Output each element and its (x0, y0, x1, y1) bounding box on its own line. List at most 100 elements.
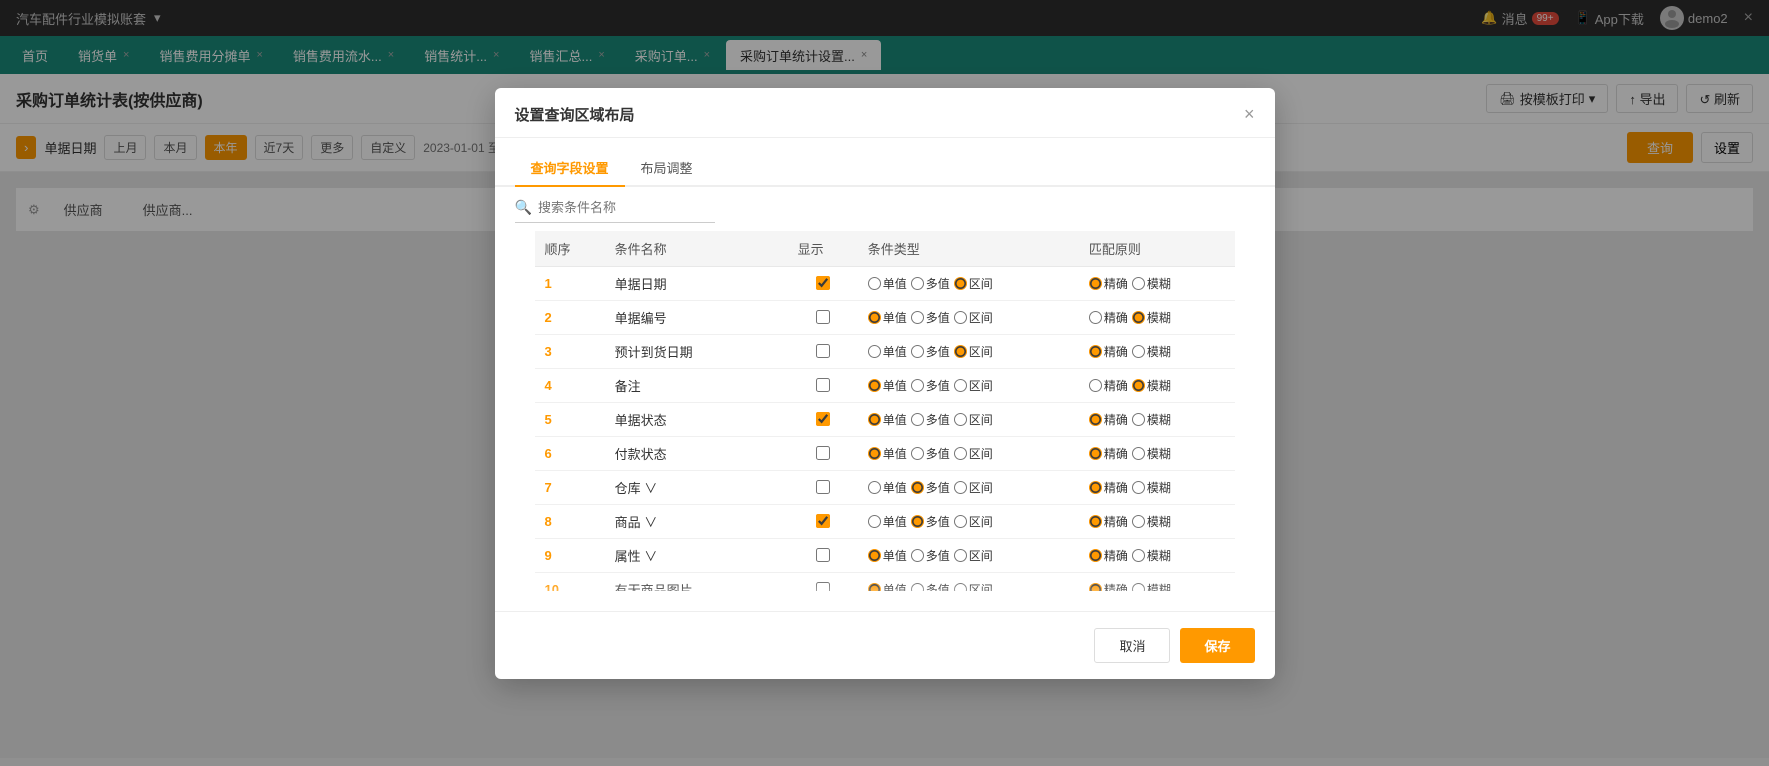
type-option-区间-9[interactable]: 区间 (954, 581, 993, 591)
match-radio-模糊-7[interactable] (1132, 515, 1145, 528)
match-radio-精确-5[interactable] (1089, 447, 1102, 460)
match-option-模糊-5[interactable]: 模糊 (1132, 445, 1171, 462)
match-option-模糊-4[interactable]: 模糊 (1132, 411, 1171, 428)
type-radio-多值-2[interactable] (911, 345, 924, 358)
match-option-精确-9[interactable]: 精确 (1089, 581, 1128, 591)
display-checkbox-8[interactable] (816, 548, 830, 562)
match-option-精确-1[interactable]: 精确 (1089, 309, 1128, 326)
type-radio-区间-3[interactable] (954, 379, 967, 392)
type-option-单值-9[interactable]: 单值 (868, 581, 907, 591)
row-display-1[interactable] (788, 300, 858, 334)
type-option-单值-2[interactable]: 单值 (868, 343, 907, 360)
type-radio-单值-0[interactable] (868, 277, 881, 290)
tab-query-fields[interactable]: 查询字段设置 (515, 150, 625, 187)
type-radio-单值-4[interactable] (868, 413, 881, 426)
match-radio-精确-2[interactable] (1089, 345, 1102, 358)
type-radio-区间-2[interactable] (954, 345, 967, 358)
row-display-7[interactable] (788, 504, 858, 538)
type-option-多值-4[interactable]: 多值 (911, 411, 950, 428)
type-radio-单值-5[interactable] (868, 447, 881, 460)
row-display-0[interactable] (788, 266, 858, 300)
type-radio-多值-1[interactable] (911, 311, 924, 324)
type-radio-单值-9[interactable] (868, 583, 881, 591)
type-option-单值-5[interactable]: 单值 (868, 445, 907, 462)
match-radio-模糊-2[interactable] (1132, 345, 1145, 358)
match-radio-精确-1[interactable] (1089, 311, 1102, 324)
match-radio-精确-3[interactable] (1089, 379, 1102, 392)
row-display-4[interactable] (788, 402, 858, 436)
match-radio-模糊-4[interactable] (1132, 413, 1145, 426)
match-option-模糊-9[interactable]: 模糊 (1132, 581, 1171, 591)
match-radio-精确-4[interactable] (1089, 413, 1102, 426)
match-radio-精确-0[interactable] (1089, 277, 1102, 290)
type-option-区间-0[interactable]: 区间 (954, 275, 993, 292)
type-option-区间-8[interactable]: 区间 (954, 547, 993, 564)
type-option-单值-6[interactable]: 单值 (868, 479, 907, 496)
match-radio-精确-8[interactable] (1089, 549, 1102, 562)
match-option-模糊-6[interactable]: 模糊 (1132, 479, 1171, 496)
type-radio-多值-9[interactable] (911, 583, 924, 591)
search-input[interactable] (532, 200, 715, 215)
type-radio-多值-5[interactable] (911, 447, 924, 460)
type-option-多值-1[interactable]: 多值 (911, 309, 950, 326)
save-button[interactable]: 保存 (1180, 628, 1254, 663)
match-radio-模糊-5[interactable] (1132, 447, 1145, 460)
row-display-5[interactable] (788, 436, 858, 470)
type-radio-单值-6[interactable] (868, 481, 881, 494)
match-option-模糊-8[interactable]: 模糊 (1132, 547, 1171, 564)
type-option-区间-5[interactable]: 区间 (954, 445, 993, 462)
type-option-单值-7[interactable]: 单值 (868, 513, 907, 530)
type-option-多值-6[interactable]: 多值 (911, 479, 950, 496)
match-option-精确-2[interactable]: 精确 (1089, 343, 1128, 360)
type-radio-区间-6[interactable] (954, 481, 967, 494)
display-checkbox-4[interactable] (816, 412, 830, 426)
type-option-单值-3[interactable]: 单值 (868, 377, 907, 394)
type-radio-单值-7[interactable] (868, 515, 881, 528)
type-radio-单值-2[interactable] (868, 345, 881, 358)
type-option-多值-2[interactable]: 多值 (911, 343, 950, 360)
match-option-精确-7[interactable]: 精确 (1089, 513, 1128, 530)
type-option-区间-3[interactable]: 区间 (954, 377, 993, 394)
display-checkbox-9[interactable] (816, 582, 830, 591)
type-option-多值-5[interactable]: 多值 (911, 445, 950, 462)
match-option-模糊-7[interactable]: 模糊 (1132, 513, 1171, 530)
type-option-区间-1[interactable]: 区间 (954, 309, 993, 326)
type-option-区间-6[interactable]: 区间 (954, 479, 993, 496)
display-checkbox-2[interactable] (816, 344, 830, 358)
type-option-单值-1[interactable]: 单值 (868, 309, 907, 326)
modal-close-button[interactable]: × (1244, 104, 1255, 125)
type-radio-多值-4[interactable] (911, 413, 924, 426)
match-radio-精确-7[interactable] (1089, 515, 1102, 528)
type-radio-单值-1[interactable] (868, 311, 881, 324)
match-option-精确-6[interactable]: 精确 (1089, 479, 1128, 496)
type-radio-多值-3[interactable] (911, 379, 924, 392)
row-display-6[interactable] (788, 470, 858, 504)
type-option-区间-7[interactable]: 区间 (954, 513, 993, 530)
row-display-8[interactable] (788, 538, 858, 572)
type-option-区间-2[interactable]: 区间 (954, 343, 993, 360)
match-option-精确-3[interactable]: 精确 (1089, 377, 1128, 394)
type-radio-区间-8[interactable] (954, 549, 967, 562)
type-radio-单值-3[interactable] (868, 379, 881, 392)
type-radio-区间-5[interactable] (954, 447, 967, 460)
match-option-精确-5[interactable]: 精确 (1089, 445, 1128, 462)
type-radio-多值-8[interactable] (911, 549, 924, 562)
match-option-精确-8[interactable]: 精确 (1089, 547, 1128, 564)
type-option-单值-0[interactable]: 单值 (868, 275, 907, 292)
type-radio-单值-8[interactable] (868, 549, 881, 562)
display-checkbox-0[interactable] (816, 276, 830, 290)
match-radio-模糊-3[interactable] (1132, 379, 1145, 392)
tab-layout-adjust[interactable]: 布局调整 (625, 150, 709, 187)
type-radio-区间-0[interactable] (954, 277, 967, 290)
type-option-多值-0[interactable]: 多值 (911, 275, 950, 292)
display-checkbox-5[interactable] (816, 446, 830, 460)
match-radio-模糊-9[interactable] (1132, 583, 1145, 591)
match-option-模糊-2[interactable]: 模糊 (1132, 343, 1171, 360)
type-radio-区间-7[interactable] (954, 515, 967, 528)
match-radio-模糊-1[interactable] (1132, 311, 1145, 324)
type-radio-多值-0[interactable] (911, 277, 924, 290)
match-radio-模糊-0[interactable] (1132, 277, 1145, 290)
cancel-button[interactable]: 取消 (1094, 628, 1170, 663)
match-option-模糊-3[interactable]: 模糊 (1132, 377, 1171, 394)
display-checkbox-1[interactable] (816, 310, 830, 324)
